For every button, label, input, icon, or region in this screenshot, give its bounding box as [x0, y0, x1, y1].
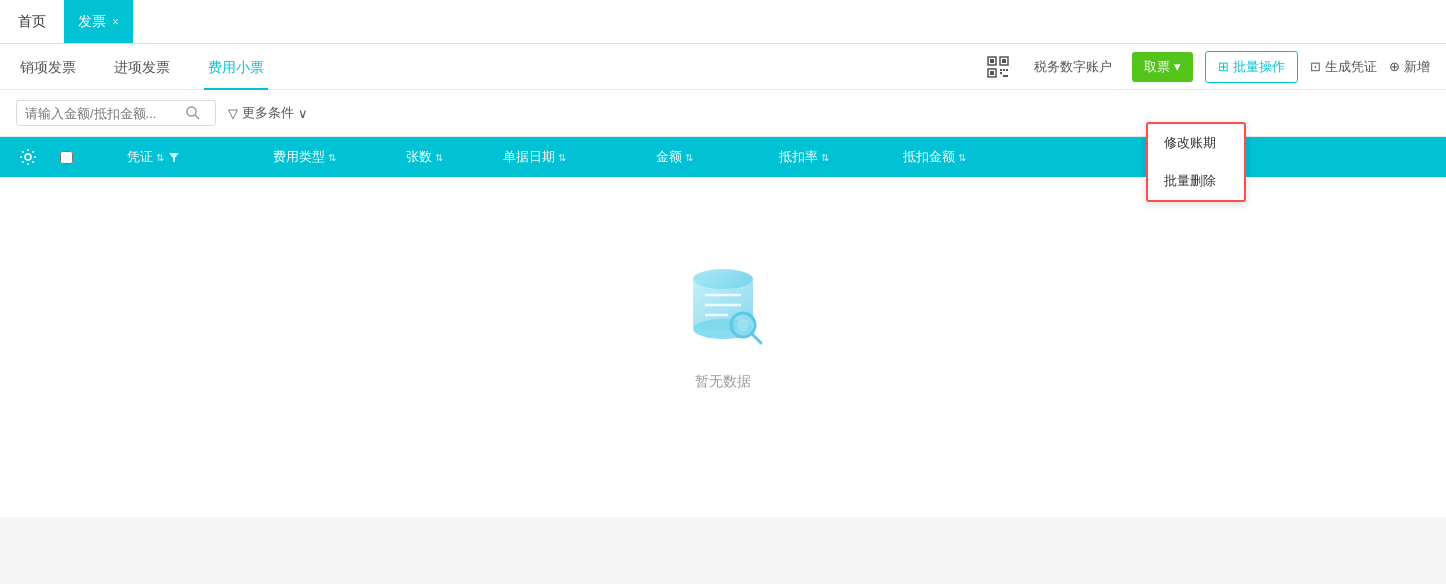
nav-home[interactable]: 首页 — [0, 0, 64, 43]
sort-deduct-rate-icon[interactable]: ⇅ — [821, 152, 829, 163]
batch-op-label: 批量操作 — [1233, 58, 1285, 76]
svg-point-22 — [737, 319, 749, 331]
dropdown-item-modify-period[interactable]: 修改账期 — [1148, 124, 1244, 162]
sort-date-icon[interactable]: ⇅ — [558, 152, 566, 163]
take-ticket-button[interactable]: 取票 ▾ — [1132, 52, 1193, 82]
select-all-checkbox[interactable] — [60, 151, 73, 164]
more-conditions-button[interactable]: ▽ 更多条件 ∨ — [228, 104, 308, 122]
nav-tab-invoice[interactable]: 发票 × — [64, 0, 133, 43]
empty-text: 暂无数据 — [695, 373, 751, 391]
sort-voucher-icon[interactable]: ⇅ — [156, 152, 164, 163]
dropdown-menu: 修改账期 批量删除 — [1146, 122, 1246, 202]
svg-rect-8 — [1006, 69, 1008, 71]
svg-line-23 — [752, 334, 761, 343]
take-ticket-label: 取票 — [1144, 58, 1170, 76]
filter-voucher-icon[interactable] — [167, 150, 181, 164]
sub-nav-left: 销项发票 进项发票 费用小票 — [16, 44, 268, 90]
add-button[interactable]: ⊕ 新增 — [1389, 58, 1430, 76]
more-conditions-label: 更多条件 — [242, 104, 294, 122]
sub-nav-right: 税务数字账户 取票 ▾ ⊞ 批量操作 ⊡ 生成凭证 ⊕ 新增 — [982, 51, 1430, 83]
tab-expense[interactable]: 费用小票 — [204, 44, 268, 90]
nav-tab-label: 发票 — [78, 13, 106, 31]
svg-line-12 — [195, 115, 199, 119]
svg-point-13 — [25, 154, 31, 160]
qr-icon-button[interactable] — [982, 51, 1014, 83]
batch-op-icon: ⊞ — [1218, 59, 1229, 74]
th-expense-type: 费用类型 ⇅ — [224, 148, 384, 166]
th-voucher: 凭证 ⇅ — [84, 148, 224, 166]
svg-rect-7 — [1003, 69, 1005, 71]
take-ticket-arrow: ▾ — [1174, 59, 1181, 74]
svg-marker-14 — [169, 153, 179, 162]
th-deduct-rate: 抵扣率 ⇅ — [744, 148, 864, 166]
svg-rect-9 — [1000, 72, 1002, 74]
sort-amount-icon[interactable]: ⇅ — [685, 152, 693, 163]
sort-expense-icon[interactable]: ⇅ — [328, 152, 336, 163]
tax-account-button[interactable]: 税务数字账户 — [1026, 54, 1120, 80]
svg-point-11 — [187, 107, 196, 116]
svg-rect-6 — [1000, 69, 1002, 71]
svg-rect-1 — [990, 59, 994, 63]
th-amount: 金额 ⇅ — [604, 148, 744, 166]
empty-state: 暂无数据 — [0, 177, 1446, 431]
add-icon: ⊕ — [1389, 59, 1400, 74]
svg-rect-10 — [1003, 75, 1008, 77]
page-wrapper: 首页 发票 × 销项发票 进项发票 费用小票 — [0, 0, 1446, 517]
search-input[interactable] — [25, 106, 185, 121]
th-checkbox[interactable] — [48, 151, 84, 164]
search-input-wrap[interactable] — [16, 100, 216, 126]
th-date: 单据日期 ⇅ — [464, 148, 604, 166]
settings-icon — [19, 148, 37, 166]
add-label: 新增 — [1404, 58, 1430, 76]
filter-icon: ▽ — [228, 106, 238, 121]
sort-deduct-amount-icon[interactable]: ⇅ — [958, 152, 966, 163]
search-icon — [185, 105, 201, 121]
gen-voucher-button[interactable]: ⊡ 生成凭证 — [1310, 58, 1377, 76]
svg-rect-5 — [990, 71, 994, 75]
dropdown-item-batch-delete[interactable]: 批量删除 — [1148, 162, 1244, 200]
batch-op-button[interactable]: ⊞ 批量操作 — [1205, 51, 1298, 83]
sort-count-icon[interactable]: ⇅ — [435, 152, 443, 163]
close-icon[interactable]: × — [112, 15, 119, 29]
tab-sales[interactable]: 销项发票 — [16, 44, 80, 90]
main-content: 暂无数据 — [0, 177, 1446, 517]
gen-voucher-icon: ⊡ — [1310, 59, 1321, 74]
gen-voucher-label: 生成凭证 — [1325, 58, 1377, 76]
empty-illustration — [673, 257, 773, 357]
tab-purchase[interactable]: 进项发票 — [110, 44, 174, 90]
th-count: 张数 ⇅ — [384, 148, 464, 166]
svg-rect-3 — [1002, 59, 1006, 63]
th-settings[interactable] — [8, 148, 48, 166]
chevron-down-icon: ∨ — [298, 106, 308, 121]
sub-nav: 销项发票 进项发票 费用小票 税务数字 — [0, 44, 1446, 90]
th-deduct-amount: 抵扣金额 ⇅ — [864, 148, 1004, 166]
top-nav: 首页 发票 × — [0, 0, 1446, 44]
qr-icon — [987, 56, 1009, 78]
